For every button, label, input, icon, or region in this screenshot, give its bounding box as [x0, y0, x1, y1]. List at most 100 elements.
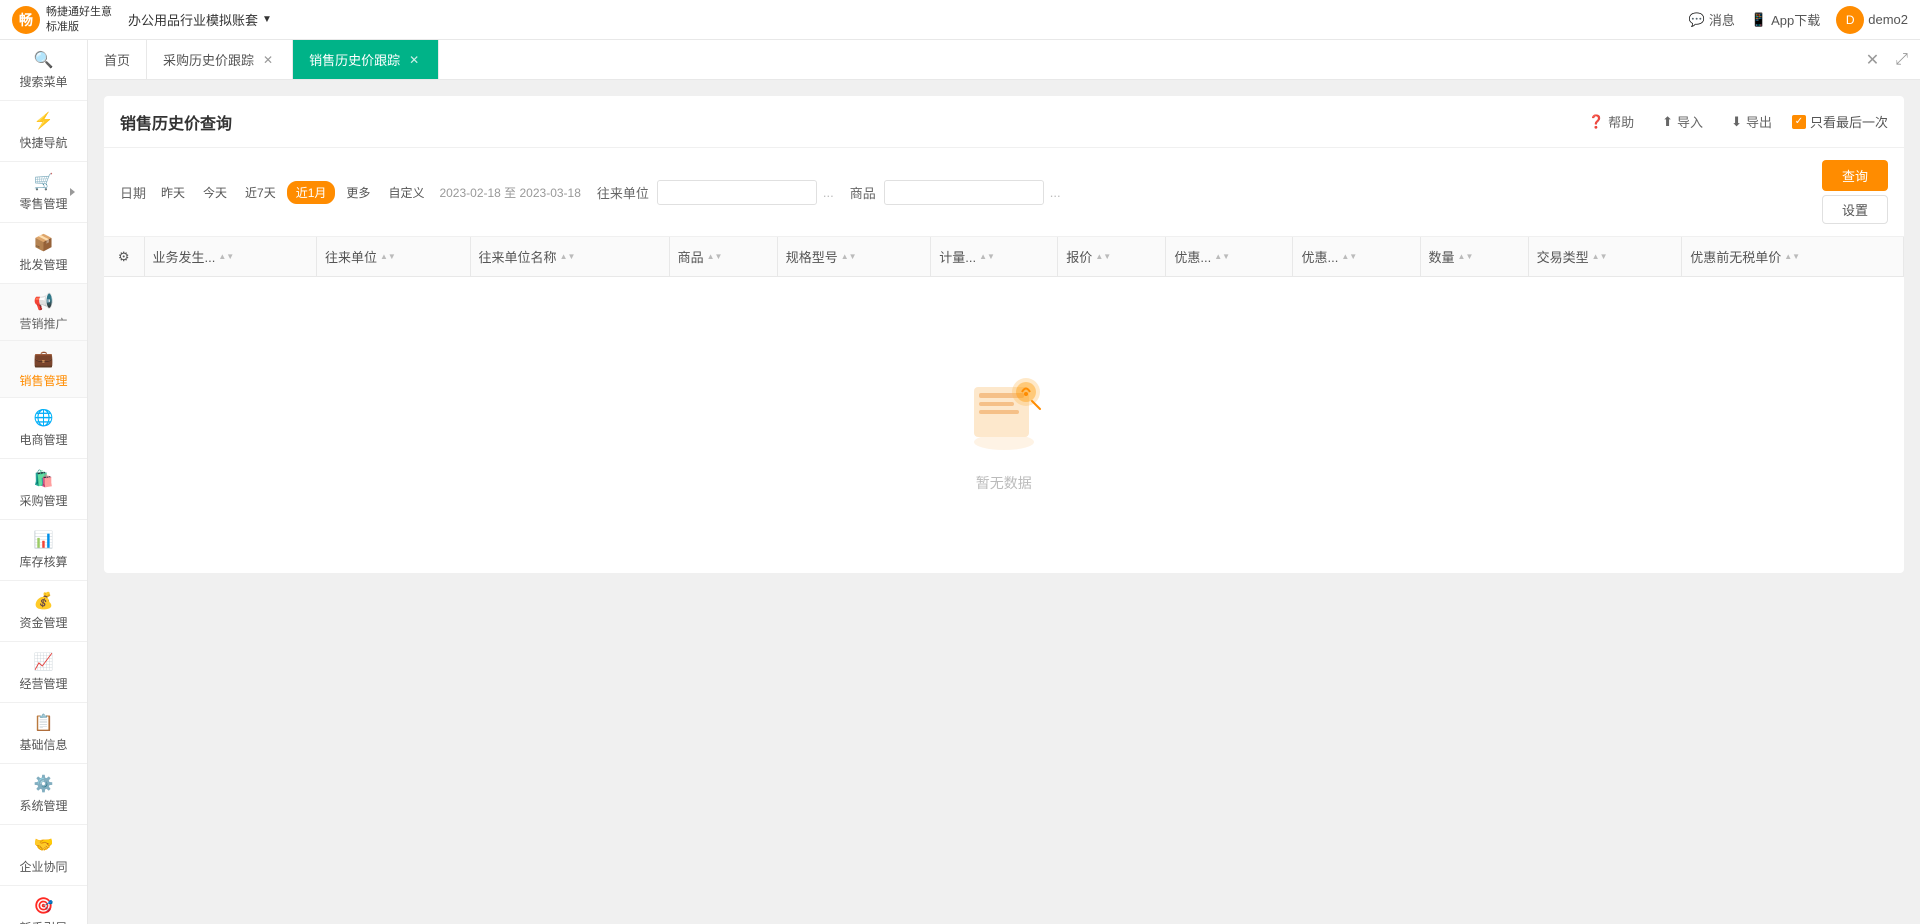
th-unit[interactable]: 计量... ▲▼: [931, 237, 1058, 277]
app-download-button[interactable]: 📱 App下载: [1751, 10, 1820, 29]
settings-button[interactable]: 设置: [1822, 195, 1888, 224]
import-icon: ⬆: [1662, 114, 1673, 130]
sidebar: 🔍 搜索菜单 ⚡ 快捷导航 🛒 零售管理 📦 批发管理 📢 营销推广 💼 销售管…: [0, 40, 88, 924]
empty-text: 暂无数据: [976, 473, 1032, 493]
system-icon: ⚙️: [34, 774, 54, 794]
th-trade-type[interactable]: 交易类型 ▲▼: [1528, 237, 1682, 277]
message-icon: 💬: [1689, 12, 1705, 28]
product-label: 商品: [850, 183, 876, 202]
table-header: ⚙ 业务发生... ▲▼ 往来: [104, 237, 1904, 277]
window-controls: ✕ ⤢: [1854, 40, 1920, 79]
preset-1month[interactable]: 近1月: [287, 181, 336, 204]
th-product[interactable]: 商品 ▲▼: [669, 237, 777, 277]
sort-icon: ▲▼: [380, 253, 396, 261]
sidebar-item-retail[interactable]: 🛒 零售管理: [0, 162, 87, 223]
sidebar-item-purchase[interactable]: 🛍️ 采购管理: [0, 459, 87, 520]
product-input[interactable]: [884, 180, 1044, 205]
tab-close-sales[interactable]: ✕: [406, 52, 422, 68]
sort-icon: ▲▼: [1095, 253, 1111, 261]
date-presets: 昨天 今天 近7天 近1月 更多 自定义: [154, 181, 431, 204]
tab-close-purchase[interactable]: ✕: [260, 52, 276, 68]
th-discount2[interactable]: 优惠... ▲▼: [1293, 237, 1420, 277]
tab-spacer: [439, 40, 1854, 79]
import-button[interactable]: ⬆ 导入: [1654, 108, 1711, 135]
close-tab-button[interactable]: ✕: [1862, 48, 1883, 72]
sort-icon: ▲▼: [218, 253, 234, 261]
gear-icon: ⚙: [118, 249, 130, 264]
enterprise-icon: 🤝: [34, 835, 54, 855]
partner-more-icon[interactable]: ...: [823, 185, 834, 200]
top-bar: 畅 畅捷通好生意 标准版 办公用品行业模拟账套 ▼ 💬 消息 📱 App下载 D…: [0, 0, 1920, 40]
product-input-group: ...: [884, 180, 1061, 205]
logo-icon: 畅: [12, 6, 40, 34]
logo-area: 畅 畅捷通好生意 标准版: [12, 5, 112, 34]
preset-7days[interactable]: 近7天: [238, 181, 283, 204]
sidebar-item-shortcuts[interactable]: ⚡ 快捷导航: [0, 101, 87, 162]
th-quote[interactable]: 报价 ▲▼: [1058, 237, 1166, 277]
preset-custom[interactable]: 自定义: [381, 181, 431, 204]
th-notax-price[interactable]: 优惠前无税单价 ▲▼: [1682, 237, 1904, 277]
company-selector[interactable]: 办公用品行业模拟账套 ▼: [120, 6, 280, 33]
sidebar-item-guide[interactable]: 🎯 新手引导: [0, 886, 87, 924]
page-title: 销售历史价查询: [120, 110, 232, 134]
purchase-icon: 🛍️: [34, 469, 54, 489]
sidebar-item-finance[interactable]: 💰 资金管理: [0, 581, 87, 642]
sidebar-item-ecommerce[interactable]: 🌐 电商管理: [0, 398, 87, 459]
tab-bar: 首页 采购历史价跟踪 ✕ 销售历史价跟踪 ✕ ✕ ⤢: [88, 40, 1920, 80]
th-settings[interactable]: ⚙: [104, 237, 144, 277]
export-button[interactable]: ⬇ 导出: [1723, 108, 1780, 135]
partner-filter-group: 往来单位 ...: [597, 180, 834, 205]
th-quantity[interactable]: 数量 ▲▼: [1420, 237, 1528, 277]
product-filter-group: 商品 ...: [850, 180, 1061, 205]
marketing-icon: 📢: [34, 292, 54, 312]
partner-input[interactable]: [657, 180, 817, 205]
page-content: 销售历史价查询 ❓ 帮助 ⬆ 导入 ⬇ 导出: [88, 80, 1920, 924]
content-area: 首页 采购历史价跟踪 ✕ 销售历史价跟踪 ✕ ✕ ⤢ 销售历史价查询: [88, 40, 1920, 924]
preset-today[interactable]: 今天: [196, 181, 234, 204]
product-more-icon[interactable]: ...: [1050, 185, 1061, 200]
query-button[interactable]: 查询: [1822, 160, 1888, 191]
sort-icon: ▲▼: [560, 253, 576, 261]
sales-icon: 💼: [34, 349, 54, 369]
tab-home[interactable]: 首页: [88, 40, 147, 79]
user-profile[interactable]: D demo2: [1836, 6, 1908, 34]
help-button[interactable]: ❓ 帮助: [1580, 108, 1642, 135]
sidebar-item-operations[interactable]: 📈 经营管理: [0, 642, 87, 703]
sidebar-item-marketing[interactable]: 📢 营销推广: [0, 284, 87, 341]
sidebar-item-system[interactable]: ⚙️ 系统管理: [0, 764, 87, 825]
message-button[interactable]: 💬 消息: [1689, 10, 1735, 29]
sort-icon: ▲▼: [979, 253, 995, 261]
only-last-checkbox[interactable]: 只看最后一次: [1792, 112, 1888, 131]
sort-icon: ▲▼: [1214, 253, 1230, 261]
filter-row: 日期 昨天 今天 近7天 近1月 更多 自定义 2023-02-18 至 202…: [104, 148, 1904, 237]
sidebar-item-wholesale[interactable]: 📦 批发管理: [0, 223, 87, 284]
avatar: D: [1836, 6, 1864, 34]
partner-label: 往来单位: [597, 183, 649, 202]
maximize-button[interactable]: ⤢: [1891, 49, 1912, 71]
top-bar-left: 畅 畅捷通好生意 标准版 办公用品行业模拟账套 ▼: [12, 5, 280, 34]
data-table: ⚙ 业务发生... ▲▼ 往来: [104, 237, 1904, 573]
preset-more[interactable]: 更多: [339, 181, 377, 204]
th-spec[interactable]: 规格型号 ▲▼: [777, 237, 931, 277]
ecommerce-icon: 🌐: [34, 408, 54, 428]
tab-sales-history[interactable]: 销售历史价跟踪 ✕: [293, 40, 439, 79]
checkbox-icon: [1792, 115, 1806, 129]
sidebar-item-sales[interactable]: 💼 销售管理: [0, 341, 87, 398]
sidebar-item-inventory[interactable]: 📊 库存核算: [0, 520, 87, 581]
sidebar-item-enterprise[interactable]: 🤝 企业协同: [0, 825, 87, 886]
th-biz-date[interactable]: 业务发生... ▲▼: [144, 237, 316, 277]
th-partner-name[interactable]: 往来单位名称 ▲▼: [470, 237, 669, 277]
sidebar-item-search[interactable]: 🔍 搜索菜单: [0, 40, 87, 101]
tab-purchase-history[interactable]: 采购历史价跟踪 ✕: [147, 40, 293, 79]
th-partner-code[interactable]: 往来单位 ▲▼: [316, 237, 470, 277]
date-filter-group: 日期 昨天 今天 近7天 近1月 更多 自定义 2023-02-18 至 202…: [120, 181, 581, 204]
inventory-icon: 📊: [34, 530, 54, 550]
chevron-down-icon: ▼: [262, 14, 272, 25]
page-card: 销售历史价查询 ❓ 帮助 ⬆ 导入 ⬇ 导出: [104, 96, 1904, 573]
shortcuts-icon: ⚡: [34, 111, 54, 131]
preset-yesterday[interactable]: 昨天: [154, 181, 192, 204]
download-icon: 📱: [1751, 12, 1767, 28]
help-icon: ❓: [1588, 114, 1604, 130]
sidebar-item-basic[interactable]: 📋 基础信息: [0, 703, 87, 764]
th-discount1[interactable]: 优惠... ▲▼: [1166, 237, 1293, 277]
